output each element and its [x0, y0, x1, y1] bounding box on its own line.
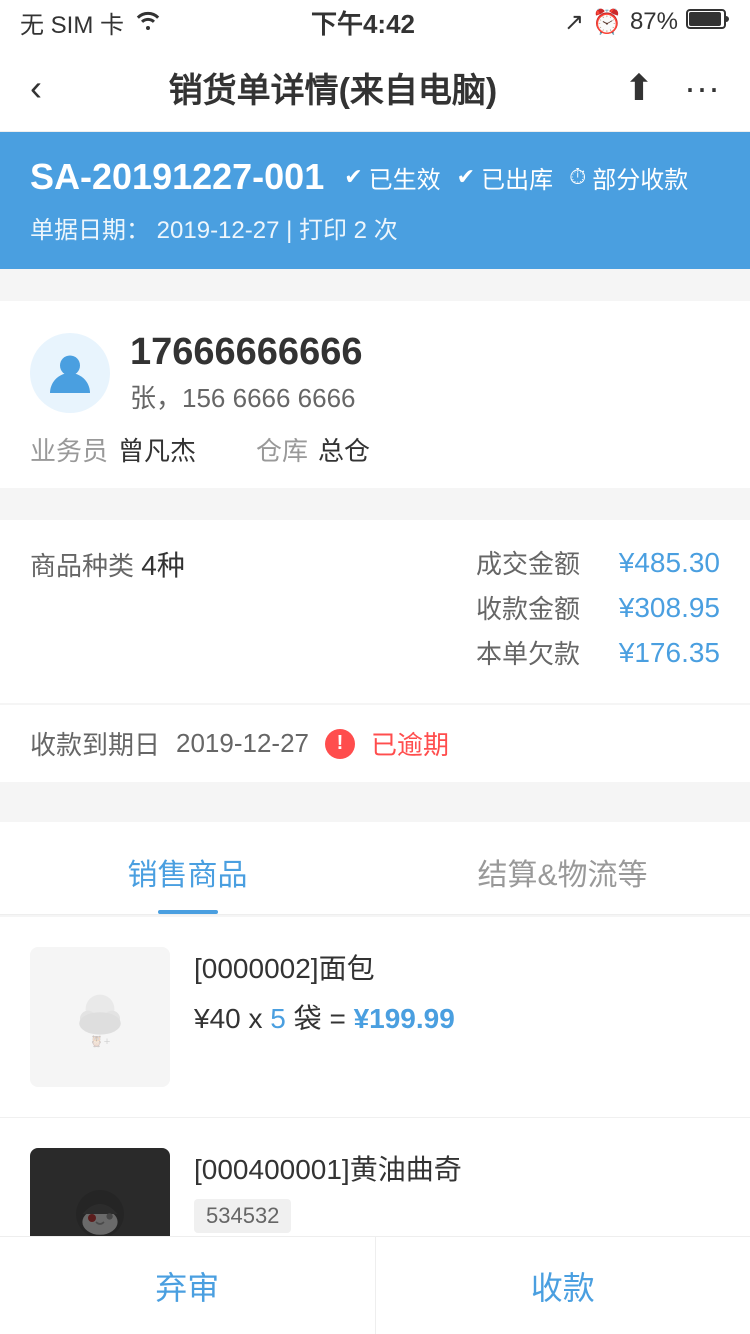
tabs-section: 销售商品 结算&物流等 [0, 822, 750, 915]
page-title: 销货单详情(来自电脑) [169, 63, 498, 112]
tab-sales-products[interactable]: 销售商品 [0, 822, 375, 914]
product-info-1: [0000002]面包 ¥40 x 5 袋 = ¥199.99 [194, 947, 720, 1087]
order-header: SA-20191227-001 ✔ 已生效 ✔ 已出库 ⏱ 部分收款 单据日期：… [0, 132, 750, 269]
due-label: 收款到期日 [30, 725, 160, 762]
collect-payment-button[interactable]: 收款 [376, 1237, 750, 1334]
status-right: ↗ ⏰ 87% [564, 8, 730, 37]
order-date: 单据日期： 2019-12-27 | 打印 2 次 [30, 210, 720, 245]
back-button[interactable]: ‹ [30, 67, 42, 109]
divider-1 [0, 269, 750, 285]
customer-name: 17666666666 [130, 331, 362, 374]
category-summary: 商品种类 4种 [30, 544, 185, 584]
product-total-1: ¥199.99 [354, 1003, 455, 1034]
category-label: 商品种类 [30, 551, 134, 581]
status-effective: ✔ 已生效 [344, 160, 440, 195]
product-tag-2: 534532 [194, 1199, 291, 1233]
debt-row: 本单欠款 ¥176.35 [476, 634, 720, 671]
tab-settlement[interactable]: 结算&物流等 [375, 822, 750, 914]
status-partial: ⏱ 部分收款 [569, 160, 688, 195]
status-time: 下午4:42 [311, 4, 415, 41]
divider-3 [0, 782, 750, 802]
product-qty-1: 5 [270, 1003, 286, 1034]
bottom-bar: 弃审 收款 [0, 1236, 750, 1334]
warehouse-label: 仓库 [256, 431, 308, 468]
check-icon-1: ✔ [344, 164, 362, 190]
order-header-top: SA-20191227-001 ✔ 已生效 ✔ 已出库 ⏱ 部分收款 [30, 156, 720, 198]
due-section: 收款到期日 2019-12-27 ! 已逾期 [0, 705, 750, 782]
alarm-icon: ⏰ [592, 8, 622, 37]
status-left: 无 SIM 卡 [20, 5, 162, 40]
financial-summary: 成交金额 ¥485.30 收款金额 ¥308.95 本单欠款 ¥176.35 [476, 544, 720, 679]
location-icon: ↗ [564, 8, 584, 37]
product-item-1: 🦉+ [0000002]面包 ¥40 x 5 袋 = ¥199.99 [0, 917, 750, 1118]
overdue-icon: ! [325, 729, 355, 759]
cancel-review-button[interactable]: 弃审 [0, 1237, 376, 1334]
debt-label: 本单欠款 [476, 634, 580, 671]
order-id: SA-20191227-001 [30, 156, 324, 198]
amount-label: 成交金额 [476, 544, 580, 581]
product-image-1: 🦉+ [30, 947, 170, 1087]
salesperson-meta: 业务员 曾凡杰 [30, 431, 196, 468]
customer-sub: 张，156 6666 6666 [130, 378, 362, 415]
summary-section: 商品种类 4种 成交金额 ¥485.30 收款金额 ¥308.95 本单欠款 ¥… [0, 520, 750, 703]
customer-info: 17666666666 张，156 6666 6666 [30, 331, 720, 415]
amount-value: ¥485.30 [600, 547, 720, 579]
product-name-1: [0000002]面包 [194, 947, 720, 987]
divider-2 [0, 488, 750, 504]
customer-avatar [30, 333, 110, 413]
payment-value: ¥308.95 [600, 592, 720, 624]
status-badges: ✔ 已生效 ✔ 已出库 ⏱ 部分收款 [344, 160, 688, 195]
nav-actions: ⬆ ··· [624, 67, 720, 109]
warehouse-meta: 仓库 总仓 [256, 431, 370, 468]
payment-label: 收款金额 [476, 589, 580, 626]
more-button[interactable]: ··· [684, 67, 720, 109]
salesperson-value: 曾凡杰 [118, 431, 196, 468]
clock-icon: ⏱ [569, 164, 586, 190]
sim-indicator: 无 SIM 卡 [20, 5, 124, 40]
salesperson-label: 业务员 [30, 431, 108, 468]
payment-row: 收款金额 ¥308.95 [476, 589, 720, 626]
product-name-2: [000400001]黄油曲奇 [194, 1148, 720, 1188]
battery-icon [686, 8, 730, 37]
nav-bar: ‹ 销货单详情(来自电脑) ⬆ ··· [0, 44, 750, 132]
wifi-icon [134, 8, 162, 37]
debt-value: ¥176.35 [600, 637, 720, 669]
battery-level: 87% [630, 8, 678, 36]
check-icon-2: ✔ [457, 164, 475, 190]
due-date: 2019-12-27 [176, 728, 309, 759]
share-button[interactable]: ⬆ [624, 67, 654, 109]
product-price-1: ¥40 x 5 袋 = ¥199.99 [194, 997, 720, 1037]
customer-meta: 业务员 曾凡杰 仓库 总仓 [30, 431, 720, 468]
customer-details: 17666666666 张，156 6666 6666 [130, 331, 362, 415]
customer-section: 17666666666 张，156 6666 6666 业务员 曾凡杰 仓库 总… [0, 301, 750, 488]
amount-row: 成交金额 ¥485.30 [476, 544, 720, 581]
status-shipped: ✔ 已出库 [457, 160, 553, 195]
svg-text:🦉+: 🦉+ [90, 1035, 110, 1048]
overdue-text: 已逾期 [371, 725, 449, 762]
status-bar: 无 SIM 卡 下午4:42 ↗ ⏰ 87% [0, 0, 750, 44]
tabs: 销售商品 结算&物流等 [0, 822, 750, 914]
category-count: 4种 [141, 550, 185, 581]
warehouse-value: 总仓 [318, 431, 370, 468]
